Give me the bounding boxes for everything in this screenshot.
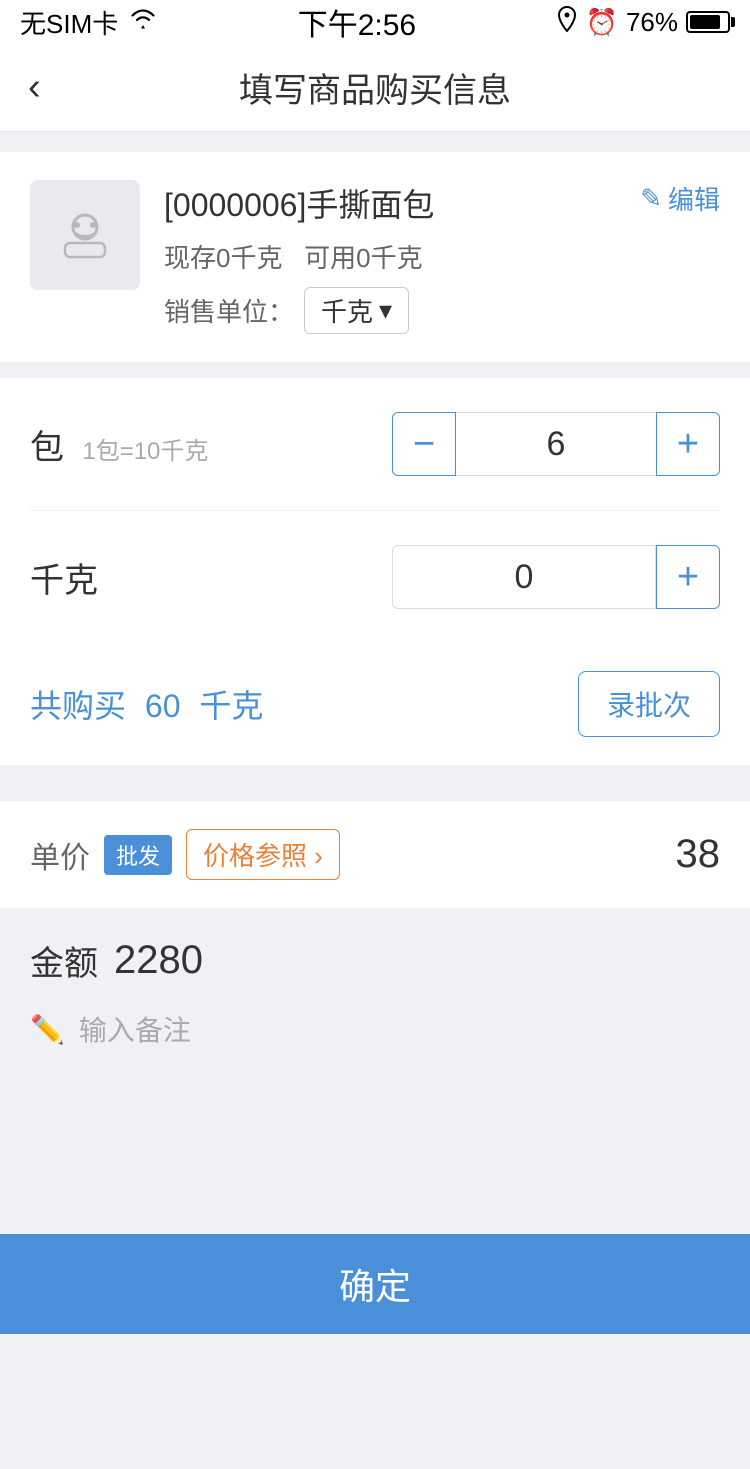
batch-button[interactable]: 录批次 <box>578 671 720 737</box>
note-placeholder[interactable]: 输入备注 <box>79 1009 191 1049</box>
kg-label: 千克 <box>30 553 98 602</box>
alarm-icon: ⏰ <box>586 7 618 38</box>
carrier-label: 无SIM卡 <box>20 4 118 41</box>
note-row[interactable]: ✏️ 输入备注 <box>30 1009 720 1049</box>
chevron-down-icon: ▾ <box>379 295 392 326</box>
summary-text: 共购买 60 千克 <box>30 681 263 727</box>
product-card: [0000006]手撕面包 现存0千克 可用0千克 销售单位： 千克 ▾ ✎ 编… <box>0 152 750 362</box>
price-reference-button[interactable]: 价格参照 › <box>186 829 340 880</box>
confirm-button[interactable]: 确定 <box>0 1234 750 1334</box>
bag-hint: 1包=10千克 <box>82 438 208 465</box>
status-right: ⏰ 76% <box>556 6 730 39</box>
amount-label: 金额 <box>30 936 98 985</box>
summary-amount: 60 <box>145 688 181 724</box>
price-left: 单价 批发 价格参照 › <box>30 829 340 880</box>
quantity-section: 包 1包=10千克 − + 千克 + <box>0 378 750 643</box>
status-time: 下午2:56 <box>298 0 416 44</box>
edit-button[interactable]: ✎ 编辑 <box>640 180 720 217</box>
edit-icon: ✎ <box>640 183 662 214</box>
wifi-icon <box>128 7 158 38</box>
product-info: [0000006]手撕面包 现存0千克 可用0千克 销售单位： 千克 ▾ <box>164 180 720 334</box>
status-bar: 无SIM卡 下午2:56 ⏰ 76% <box>0 0 750 44</box>
kg-increment-button[interactable]: + <box>656 545 720 609</box>
bag-quantity-row: 包 1包=10千克 − + <box>30 378 720 511</box>
bag-increment-button[interactable]: + <box>656 412 720 476</box>
nav-bar: ‹ 填写商品购买信息 <box>0 44 750 132</box>
location-icon <box>556 6 578 39</box>
amount-section: 金额 2280 ✏️ 输入备注 <box>0 908 750 1069</box>
product-thumbnail <box>30 180 140 290</box>
product-image-icon <box>55 205 115 265</box>
amount-row: 金额 2280 <box>30 936 720 985</box>
kg-quantity-row: 千克 + <box>30 511 720 643</box>
bag-label: 包 1包=10千克 <box>30 420 208 469</box>
price-row: 单价 批发 价格参照 › 38 <box>30 829 720 880</box>
product-name: [0000006]手撕面包 <box>164 180 720 226</box>
bag-qty-control: − + <box>392 412 720 476</box>
summary-section: 共购买 60 千克 录批次 <box>0 643 750 765</box>
section-divider-2 <box>0 765 750 781</box>
amount-value: 2280 <box>114 938 203 983</box>
product-stock: 现存0千克 可用0千克 <box>164 238 720 275</box>
unit-select[interactable]: 千克 ▾ <box>304 287 409 334</box>
back-button[interactable]: ‹ <box>28 66 41 109</box>
price-badge: 批发 <box>104 835 172 875</box>
price-value: 38 <box>676 832 721 877</box>
product-unit: 销售单位： 千克 ▾ <box>164 287 720 334</box>
kg-qty-control: + <box>392 545 720 609</box>
status-left: 无SIM卡 <box>20 4 158 41</box>
price-section: 单价 批发 价格参照 › 38 <box>0 801 750 908</box>
kg-quantity-input[interactable] <box>392 545 656 609</box>
page-title: 填写商品购买信息 <box>239 63 511 112</box>
bag-decrement-button[interactable]: − <box>392 412 456 476</box>
battery-percent: 76% <box>626 7 678 38</box>
bag-quantity-input[interactable] <box>456 412 656 476</box>
battery-icon <box>686 11 730 33</box>
pencil-icon: ✏️ <box>30 1013 65 1046</box>
price-label: 单价 <box>30 833 90 877</box>
footer: 确定 <box>0 1234 750 1334</box>
section-divider-1 <box>0 362 750 378</box>
